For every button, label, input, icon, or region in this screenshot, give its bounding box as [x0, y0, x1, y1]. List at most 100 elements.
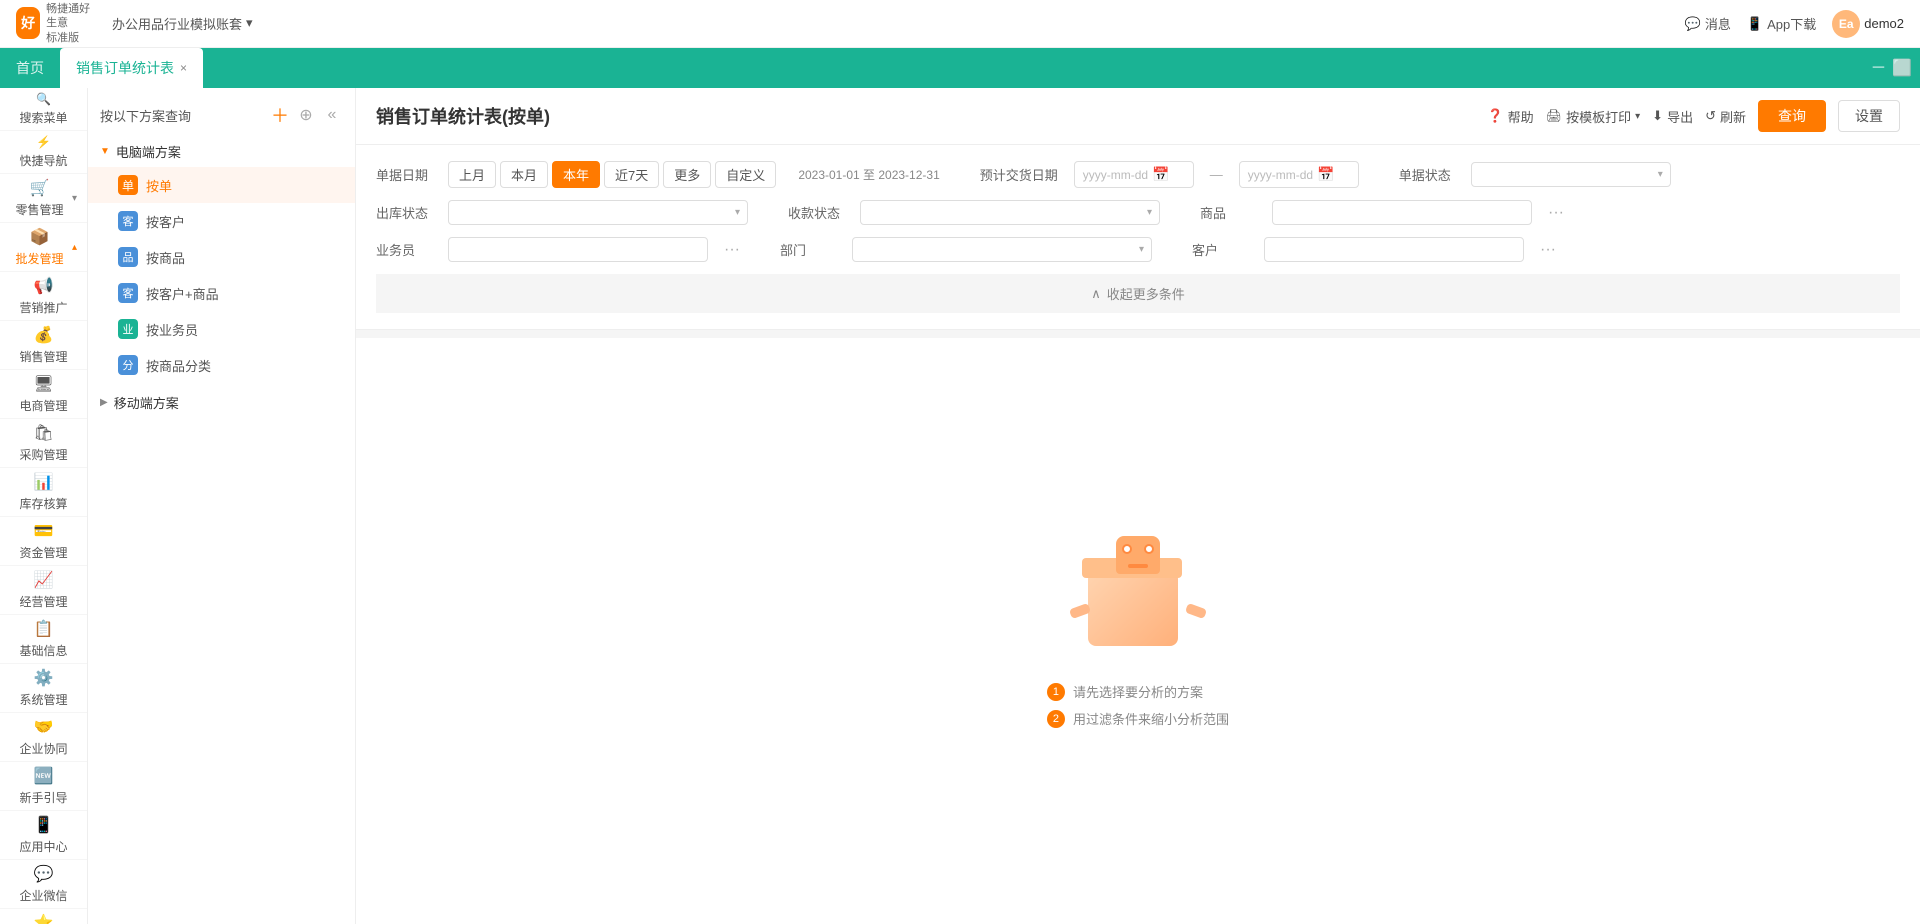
sidebar-item-enterprise[interactable]: 🤝 企业协同: [0, 713, 87, 762]
message-button[interactable]: 💬 消息: [1685, 14, 1731, 33]
sidebar-item-newuser[interactable]: 🆕 新手引导: [0, 762, 87, 811]
filter-row-3: 业务员 ··· 部门 ▾ 客户 ···: [376, 237, 1900, 262]
this-month-btn[interactable]: 本月: [500, 161, 548, 188]
tab-home[interactable]: 首页: [0, 48, 60, 88]
payment-status-select-wrap: ▾: [860, 200, 1160, 225]
scheme-item-by-goods[interactable]: 品 按商品: [88, 239, 355, 275]
ecommerce-icon: 🖥: [33, 374, 53, 394]
maximize-icon[interactable]: ⬜: [1892, 58, 1912, 78]
user-area[interactable]: Ea demo2: [1832, 10, 1904, 38]
add-scheme-button[interactable]: ＋: [269, 104, 291, 126]
phone-icon: 📱: [1747, 16, 1763, 32]
robot-eye-right: [1144, 544, 1154, 554]
sidebar: 🔍 搜索菜单 ⚡ 快捷导航 🛒 零售管理 ▾ 📦 批发管理 ▴ 📢 营销推广: [0, 88, 88, 924]
filter-row-2: 出库状态 ▾ 收款状态 ▾ 商品: [376, 200, 1900, 225]
sidebar-item-finance[interactable]: 💳 资金管理: [0, 517, 87, 566]
sidebar-item-marketing[interactable]: 📢 营销推广: [0, 272, 87, 321]
scheme-by-goods-icon: 品: [118, 247, 138, 267]
scheme-section-pc-title[interactable]: ▼ 电脑端方案: [88, 136, 355, 167]
empty-state: 1 请先选择要分析的方案 2 用过滤条件来缩小分析范围: [356, 338, 1920, 924]
sidebar-item-wholesale[interactable]: 📦 批发管理 ▴: [0, 223, 87, 272]
print-button[interactable]: 🖨 按模板打印 ▾: [1546, 107, 1641, 126]
date-end-input[interactable]: yyyy-mm-dd 📅: [1239, 161, 1359, 188]
chevron-down-icon: ▾: [72, 193, 77, 204]
query-button[interactable]: 查询: [1758, 100, 1826, 132]
empty-hint-2: 2 用过滤条件来缩小分析范围: [1047, 709, 1229, 728]
last7-btn[interactable]: 近7天: [604, 161, 659, 188]
help-button[interactable]: ❓ 帮助: [1487, 107, 1533, 126]
customer-more-icon[interactable]: ···: [1540, 241, 1556, 259]
salesperson-input[interactable]: [448, 237, 708, 262]
main-layout: 🔍 搜索菜单 ⚡ 快捷导航 🛒 零售管理 ▾ 📦 批发管理 ▴ 📢 营销推广: [0, 88, 1920, 924]
main-content: 销售订单统计表(按单) ❓ 帮助 🖨 按模板打印 ▾ ⬇ 导出: [356, 88, 1920, 924]
collapse-bar[interactable]: ∧ 收起更多条件: [376, 274, 1900, 313]
industry-selector[interactable]: 办公用品行业模拟账套 ▾: [104, 10, 261, 37]
sidebar-item-appcenter[interactable]: 📱 应用中心: [0, 811, 87, 860]
sidebar-item-sales[interactable]: 💰 销售管理: [0, 321, 87, 370]
sidebar-search[interactable]: 🔍 搜索菜单: [0, 88, 87, 131]
search-icon: 🔍: [36, 92, 51, 106]
sidebar-item-corpwx[interactable]: 💬 企业微信: [0, 860, 87, 909]
settings-button[interactable]: 设置: [1838, 100, 1900, 132]
refresh-button[interactable]: ↺ 刷新: [1705, 107, 1746, 126]
scheme-by-order-icon: 单: [118, 175, 138, 195]
minimize-icon[interactable]: ─: [1873, 59, 1884, 77]
edit-scheme-button[interactable]: ⊕: [295, 104, 317, 126]
robot-mouth: [1128, 564, 1148, 568]
appcenter-icon: 📱: [34, 815, 54, 835]
scheme-section-mobile-title[interactable]: ▶ 移动端方案: [88, 387, 355, 418]
corpwx-icon: 💬: [34, 864, 54, 884]
sidebar-item-purchase[interactable]: 🛍 采购管理: [0, 419, 87, 468]
retail-icon: 🛒: [30, 178, 50, 198]
filter-row-1: 单据日期 上月 本月 本年 近7天 更多 自定义 2023-01-01 至 20…: [376, 161, 1900, 188]
page-header-actions: ❓ 帮助 🖨 按模板打印 ▾ ⬇ 导出 ↺ 刷新: [1487, 100, 1900, 132]
doc-status-select[interactable]: [1471, 162, 1671, 187]
payment-status-label: 收款状态: [788, 203, 844, 222]
salesperson-more-icon[interactable]: ···: [724, 241, 740, 259]
date-start-input[interactable]: yyyy-mm-dd 📅: [1074, 161, 1194, 188]
customer-input[interactable]: [1264, 237, 1524, 262]
sidebar-item-operations[interactable]: 📈 经营管理: [0, 566, 87, 615]
expected-delivery-start: yyyy-mm-dd 📅: [1074, 161, 1194, 188]
scheme-item-by-goods-category[interactable]: 分 按商品分类: [88, 347, 355, 383]
scheme-item-by-customer[interactable]: 客 按客户: [88, 203, 355, 239]
last-month-btn[interactable]: 上月: [448, 161, 496, 188]
empty-hints: 1 请先选择要分析的方案 2 用过滤条件来缩小分析范围: [1047, 682, 1229, 736]
more-btn[interactable]: 更多: [663, 161, 711, 188]
scheme-item-by-salesperson[interactable]: 业 按业务员: [88, 311, 355, 347]
sidebar-quick-nav[interactable]: ⚡ 快捷导航: [0, 131, 87, 174]
page-header: 销售订单统计表(按单) ❓ 帮助 🖨 按模板打印 ▾ ⬇ 导出: [356, 88, 1920, 145]
tab-sales-stats[interactable]: 销售订单统计表 ×: [60, 48, 203, 88]
scheme-header-actions: ＋ ⊕ «: [269, 104, 343, 126]
sidebar-item-system[interactable]: ⚙️ 系统管理: [0, 664, 87, 713]
help-icon: ❓: [1487, 108, 1503, 124]
scheme-item-by-order[interactable]: 单 按单: [88, 167, 355, 203]
sidebar-item-retail[interactable]: 🛒 零售管理 ▾: [0, 174, 87, 223]
tab-close-icon[interactable]: ×: [180, 61, 187, 75]
calendar-icon: 📅: [1317, 166, 1334, 183]
delivery-status-label: 出库状态: [376, 203, 432, 222]
scheme-by-customer-icon: 客: [118, 211, 138, 231]
goods-input[interactable]: [1272, 200, 1532, 225]
logo-area: 好 畅捷通好生意 标准版: [16, 2, 96, 45]
export-button[interactable]: ⬇ 导出: [1652, 107, 1693, 126]
delivery-status-select-wrap: ▾: [448, 200, 748, 225]
payment-status-select[interactable]: [860, 200, 1160, 225]
collapse-scheme-button[interactable]: «: [321, 104, 343, 126]
sidebar-item-ecommerce[interactable]: 🖥 电商管理: [0, 370, 87, 419]
scheme-item-by-customer-goods[interactable]: 客 按客户+商品: [88, 275, 355, 311]
chevron-down-icon: ▼: [100, 146, 110, 157]
refresh-icon: ↺: [1705, 108, 1716, 124]
scheme-by-goods-category-icon: 分: [118, 355, 138, 375]
goods-more-icon[interactable]: ···: [1548, 204, 1564, 222]
department-select[interactable]: [852, 237, 1152, 262]
expected-delivery-end: yyyy-mm-dd 📅: [1239, 161, 1359, 188]
sidebar-item-basics[interactable]: 📋 基础信息: [0, 615, 87, 664]
custom-btn[interactable]: 自定义: [715, 161, 776, 188]
date-quick-btns: 上月 本月 本年 近7天 更多 自定义: [448, 161, 776, 188]
this-year-btn[interactable]: 本年: [552, 161, 600, 188]
delivery-status-select[interactable]: [448, 200, 748, 225]
sidebar-item-inventory[interactable]: 📊 库存核算: [0, 468, 87, 517]
app-download-button[interactable]: 📱 App下载: [1747, 14, 1816, 33]
sidebar-item-member[interactable]: ⭐ 畅会员: [0, 909, 87, 924]
